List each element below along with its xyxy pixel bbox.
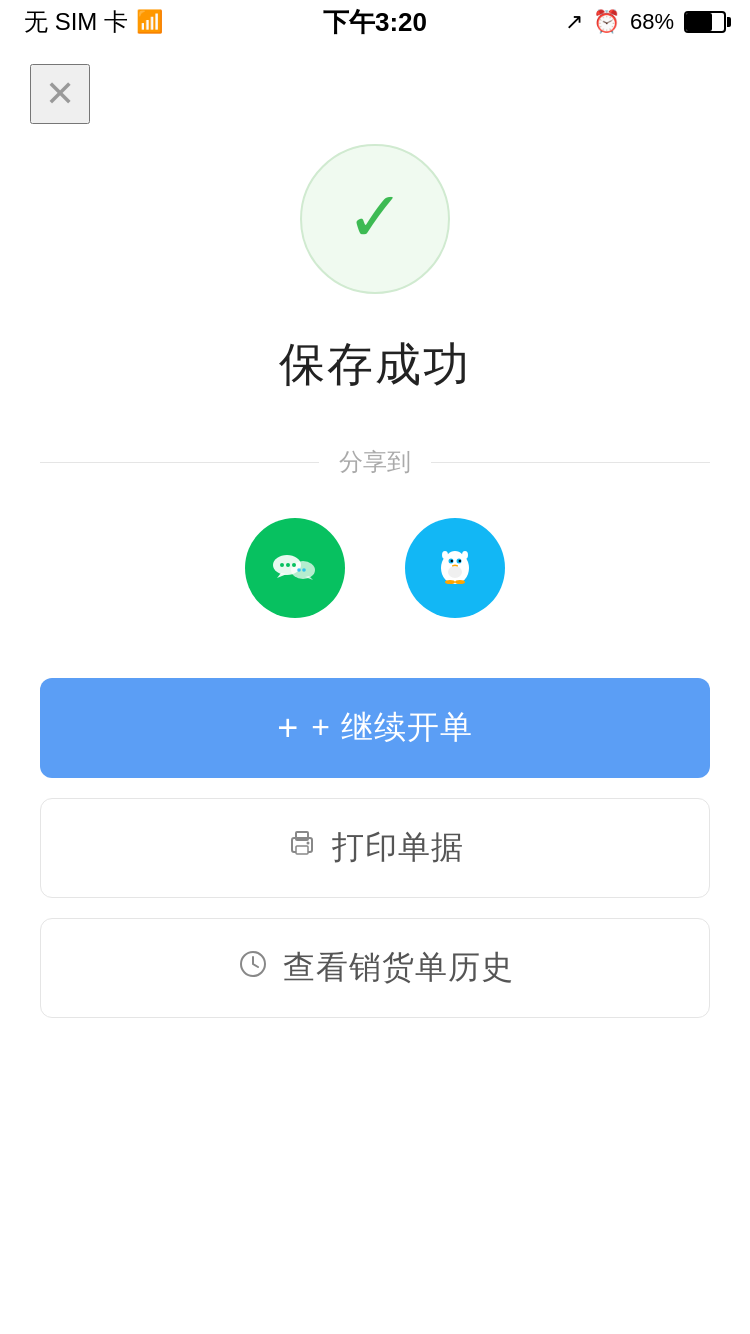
action-buttons: + + 继续开单 打印单据 查看销货单历 — [40, 678, 710, 1018]
qq-share-button[interactable] — [405, 518, 505, 618]
svg-point-14 — [459, 560, 461, 562]
svg-point-13 — [451, 560, 453, 562]
success-title: 保存成功 — [279, 334, 471, 396]
print-button[interactable]: 打印单据 — [40, 798, 710, 898]
svg-point-6 — [302, 568, 306, 572]
alarm-icon: ⏰ — [593, 9, 620, 35]
history-button[interactable]: 查看销货单历史 — [40, 918, 710, 1018]
plus-icon: + — [277, 707, 299, 749]
svg-point-5 — [297, 568, 301, 572]
share-icons-container — [245, 518, 505, 618]
status-right: ↗ ⏰ 68% — [565, 9, 726, 35]
svg-point-19 — [442, 551, 448, 559]
main-content: ✕ ✓ 保存成功 分享到 — [0, 44, 750, 1058]
continue-button[interactable]: + + 继续开单 — [40, 678, 710, 778]
svg-point-3 — [286, 563, 290, 567]
status-bar: 无 SIM 卡 📶 下午3:20 ↗ ⏰ 68% — [0, 0, 750, 44]
wechat-icon — [267, 540, 323, 596]
history-icon — [237, 948, 269, 988]
sim-text: 无 SIM 卡 — [24, 6, 128, 38]
svg-marker-7 — [277, 573, 287, 578]
svg-point-17 — [445, 580, 455, 584]
success-circle: ✓ — [300, 144, 450, 294]
print-icon — [286, 828, 318, 868]
status-time: 下午3:20 — [323, 5, 427, 40]
share-label: 分享到 — [339, 446, 411, 478]
checkmark-icon: ✓ — [346, 182, 405, 252]
svg-point-16 — [448, 566, 462, 578]
wechat-share-button[interactable] — [245, 518, 345, 618]
wifi-icon: 📶 — [136, 9, 163, 35]
history-label: 查看销货单历史 — [283, 946, 514, 990]
svg-point-18 — [455, 580, 465, 584]
location-icon: ↗ — [565, 9, 583, 35]
continue-label: + 继续开单 — [311, 706, 473, 750]
battery-icon — [684, 11, 726, 33]
print-label: 打印单据 — [332, 826, 464, 870]
divider-right — [431, 462, 710, 463]
svg-point-2 — [280, 563, 284, 567]
close-button[interactable]: ✕ — [30, 64, 90, 124]
qq-icon — [429, 542, 481, 594]
close-icon: ✕ — [45, 76, 75, 112]
svg-rect-23 — [296, 846, 308, 854]
status-left: 无 SIM 卡 📶 — [24, 6, 163, 38]
svg-point-20 — [462, 551, 468, 559]
svg-point-24 — [307, 842, 310, 845]
battery-percent: 68% — [630, 9, 674, 35]
svg-point-4 — [292, 563, 296, 567]
share-divider: 分享到 — [40, 446, 710, 478]
divider-left — [40, 462, 319, 463]
